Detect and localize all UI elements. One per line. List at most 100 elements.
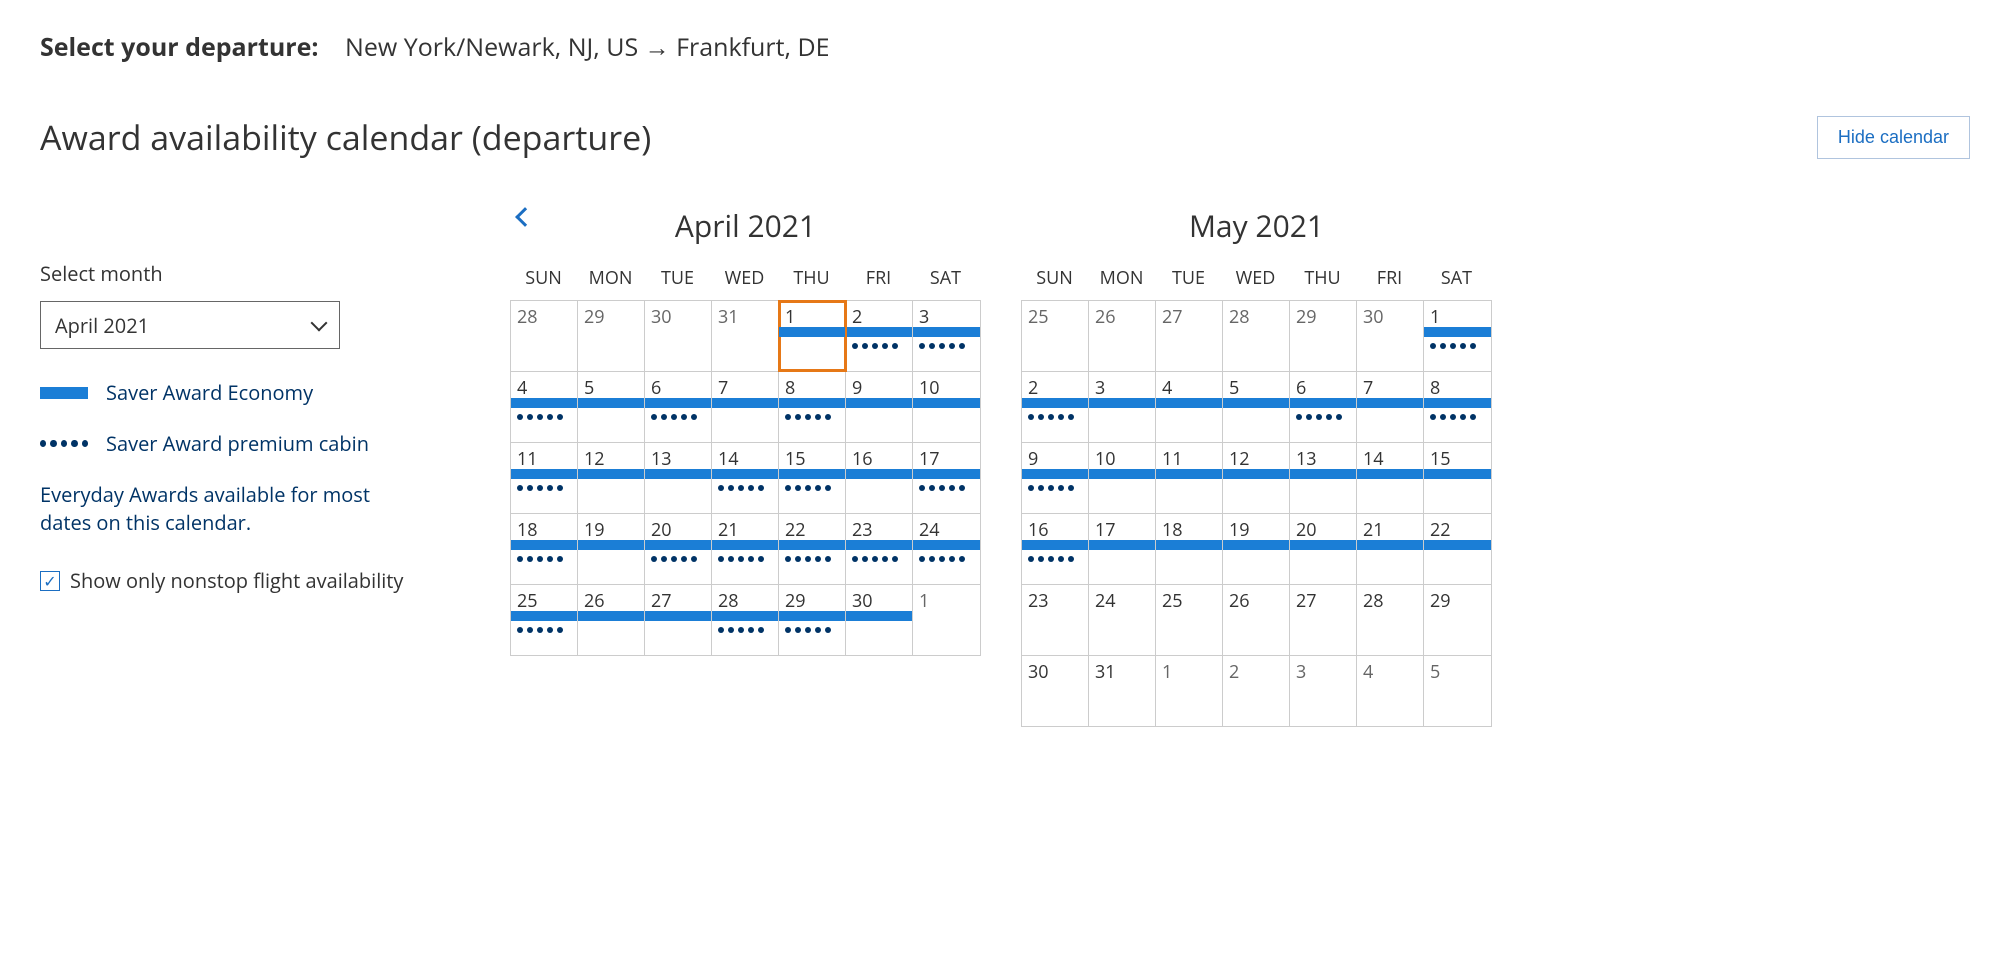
calendar-day[interactable]: 13 [645,443,712,513]
prev-month-button[interactable] [515,207,535,227]
calendar-day[interactable]: 25 [511,585,578,655]
calendar-day[interactable]: 19 [578,514,645,584]
calendar-day[interactable]: 22 [1424,514,1491,584]
calendar-day[interactable]: 2 [1022,372,1089,442]
nonstop-checkbox[interactable]: ✓ [40,571,60,591]
calendar-day[interactable]: 26 [1223,585,1290,655]
calendar-day[interactable]: 8 [1424,372,1491,442]
day-number: 1 [779,301,845,329]
calendar-day[interactable]: 17 [913,443,980,513]
day-number: 11 [1156,443,1222,471]
calendar-month: April 2021SUNMONTUEWEDTHUFRISAT282930311… [510,200,981,727]
calendar-day[interactable]: 25 [1156,585,1223,655]
day-number: 29 [779,585,845,613]
calendar-day[interactable]: 5 [1223,372,1290,442]
sidebar: Select month April 2021 Saver Award Econ… [40,200,470,727]
calendar-day: 3 [1290,656,1357,726]
calendar-day[interactable]: 9 [846,372,913,442]
legend-economy: Saver Award Economy [40,379,470,406]
calendar-day[interactable]: 12 [1223,443,1290,513]
dow-header: WED [1222,260,1289,300]
dow-header: FRI [845,260,912,300]
premium-availability-dots [919,556,965,562]
calendar-day[interactable]: 20 [1290,514,1357,584]
departure-label: Select your departure: [40,30,319,64]
day-number: 23 [846,514,912,542]
day-number: 8 [1424,372,1491,400]
calendar-day[interactable]: 27 [645,585,712,655]
calendar-day[interactable]: 7 [1357,372,1424,442]
calendar-day[interactable]: 23 [1022,585,1089,655]
calendar-day[interactable]: 13 [1290,443,1357,513]
calendar-month-title: May 2021 [1189,205,1324,246]
premium-availability-dots [919,343,965,349]
calendar-day[interactable]: 1 [779,301,846,371]
nonstop-filter[interactable]: ✓ Show only nonstop flight availability [40,567,470,594]
calendar-day[interactable]: 10 [913,372,980,442]
month-select[interactable]: April 2021 [40,301,340,349]
calendar-day[interactable]: 1 [1424,301,1491,371]
calendar-day[interactable]: 9 [1022,443,1089,513]
calendar-day[interactable]: 26 [578,585,645,655]
calendar-day[interactable]: 23 [846,514,913,584]
day-number: 14 [1357,443,1423,471]
calendar-day[interactable]: 28 [1357,585,1424,655]
calendar-row: 16171819202122 [1022,514,1491,585]
calendar-day[interactable]: 17 [1089,514,1156,584]
calendar-day[interactable]: 16 [846,443,913,513]
calendar-day[interactable]: 30 [1022,656,1089,726]
calendar-day[interactable]: 22 [779,514,846,584]
calendar-day[interactable]: 15 [1424,443,1491,513]
calendar-day[interactable]: 3 [913,301,980,371]
calendar-day[interactable]: 29 [779,585,846,655]
calendar-day[interactable]: 27 [1290,585,1357,655]
premium-availability-dots [1028,485,1074,491]
calendar-day[interactable]: 21 [712,514,779,584]
calendar-day[interactable]: 11 [1156,443,1223,513]
calendar-day[interactable]: 30 [846,585,913,655]
calendar-day[interactable]: 16 [1022,514,1089,584]
calendar-day[interactable]: 6 [1290,372,1357,442]
day-number: 26 [1089,301,1155,329]
dow-header: FRI [1356,260,1423,300]
premium-availability-dots [852,343,898,349]
calendar-day[interactable]: 29 [1424,585,1491,655]
dow-header: SUN [1021,260,1088,300]
calendar-day[interactable]: 18 [511,514,578,584]
premium-availability-dots [517,414,563,420]
origin-text: New York/Newark, NJ, US [345,30,638,64]
legend-economy-label: Saver Award Economy [106,379,313,406]
calendar-day[interactable]: 19 [1223,514,1290,584]
calendar-day[interactable]: 6 [645,372,712,442]
calendar-day[interactable]: 24 [913,514,980,584]
calendar-day[interactable]: 21 [1357,514,1424,584]
calendar-day[interactable]: 11 [511,443,578,513]
calendar-day[interactable]: 14 [712,443,779,513]
calendar-row: 23242526272829 [1022,585,1491,656]
premium-availability-dots [718,556,764,562]
calendar-row: 11121314151617 [511,443,980,514]
day-number: 10 [1089,443,1155,471]
calendar-day[interactable]: 18 [1156,514,1223,584]
calendar-day: 28 [511,301,578,371]
calendar-grid: 2829303112345678910111213141516171819202… [510,300,981,656]
calendar-day[interactable]: 14 [1357,443,1424,513]
day-number: 22 [779,514,845,542]
day-number: 10 [913,372,980,400]
calendar-day[interactable]: 3 [1089,372,1156,442]
calendar-day[interactable]: 7 [712,372,779,442]
hide-calendar-button[interactable]: Hide calendar [1817,116,1970,159]
calendar-day[interactable]: 28 [712,585,779,655]
calendar-day[interactable]: 2 [846,301,913,371]
day-number: 2 [1223,656,1289,684]
calendar-day[interactable]: 15 [779,443,846,513]
calendar-day[interactable]: 31 [1089,656,1156,726]
calendar-day[interactable]: 4 [1156,372,1223,442]
calendar-day[interactable]: 24 [1089,585,1156,655]
calendar-day[interactable]: 12 [578,443,645,513]
calendar-day[interactable]: 10 [1089,443,1156,513]
calendar-day[interactable]: 4 [511,372,578,442]
calendar-day[interactable]: 5 [578,372,645,442]
calendar-day[interactable]: 20 [645,514,712,584]
calendar-day[interactable]: 8 [779,372,846,442]
